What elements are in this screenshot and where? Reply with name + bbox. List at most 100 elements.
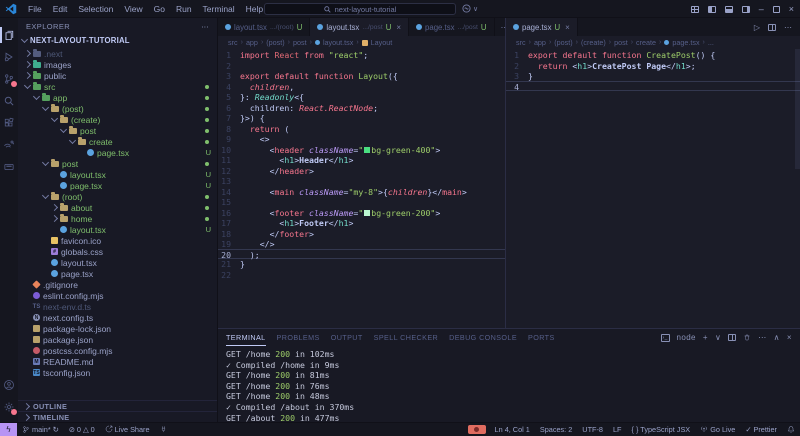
panel-tab-problems[interactable]: PROBLEMS [277, 329, 320, 346]
close-tab-icon[interactable]: × [565, 23, 570, 32]
workspace-root-folder[interactable]: NEXT-LAYOUT-TUTORIAL [18, 34, 217, 46]
settings-gear-icon[interactable] [0, 396, 18, 418]
tree-item-layout.tsx[interactable]: layout.tsx [18, 257, 217, 268]
git-branch-item[interactable]: main* ↻ [17, 425, 64, 434]
terminal-output[interactable]: GET /home 200 in 102ms✓ Compiled /home i… [218, 346, 800, 422]
tree-item-create[interactable]: create [18, 136, 217, 147]
tree-item-public[interactable]: public [18, 70, 217, 81]
tree-item-post[interactable]: post [18, 158, 217, 169]
editor-tab-layout.tsx[interactable]: layout.tsx.../(root)U [218, 18, 310, 36]
tree-item-eslint.config.mjs[interactable]: eslint.config.mjs [18, 290, 217, 301]
new-terminal-icon[interactable]: + [703, 333, 708, 342]
tree-item-page.tsx[interactable]: page.tsxU [18, 180, 217, 191]
tree-item-.gitignore[interactable]: .gitignore [18, 279, 217, 290]
tree-item-tsconfig.json[interactable]: TStsconfig.json [18, 367, 217, 378]
editor-tab-page.tsx[interactable]: page.tsx.../postU [409, 18, 495, 36]
account-icon[interactable] [0, 374, 18, 396]
tree-item-src[interactable]: src [18, 81, 217, 92]
explorer-more-icon[interactable]: ⋯ [201, 22, 209, 31]
tree-item-README.md[interactable]: MREADME.md [18, 356, 217, 367]
panel-tab-debug-console[interactable]: DEBUG CONSOLE [449, 329, 517, 346]
tree-item-(create)[interactable]: (create) [18, 114, 217, 125]
code-editor-left[interactable]: 1import React from "react";23export defa… [218, 49, 505, 328]
menu-edit[interactable]: Edit [48, 2, 73, 16]
panel-maximize-icon[interactable]: ∧ [774, 333, 780, 342]
panel-more-icon[interactable]: ⋯ [758, 333, 766, 342]
close-tab-icon[interactable]: × [396, 23, 401, 32]
panel-tab-terminal[interactable]: TERMINAL [226, 329, 266, 346]
outline-section[interactable]: OUTLINE [18, 400, 217, 411]
panel-tab-spell-checker[interactable]: SPELL CHECKER [374, 329, 438, 346]
sync-icon[interactable]: ↻ [53, 425, 59, 434]
tree-item-(root)[interactable]: (root) [18, 191, 217, 202]
notifications-bell-icon[interactable] [782, 425, 800, 434]
tree-item-layout.tsx[interactable]: layout.tsxU [18, 169, 217, 180]
editor-more-icon[interactable]: ⋯ [784, 23, 792, 32]
menu-file[interactable]: File [23, 2, 47, 16]
terminal-dropdown-icon[interactable]: ∨ [715, 333, 721, 342]
toggle-secondary-sidebar-icon[interactable] [742, 6, 750, 13]
timeline-section[interactable]: TIMELINE [18, 411, 217, 422]
plug-icon[interactable] [155, 425, 172, 433]
split-terminal-icon[interactable] [728, 334, 736, 341]
split-editor-icon[interactable] [768, 24, 776, 31]
editor-tab-page.tsx[interactable]: page.tsxU× [506, 18, 578, 36]
menu-go[interactable]: Go [149, 2, 170, 16]
run-code-icon[interactable]: ▷ [754, 23, 760, 32]
remote-indicator[interactable]: ϟ [0, 423, 17, 436]
close-window-button[interactable]: × [789, 4, 794, 14]
tree-item-page.tsx[interactable]: page.tsx [18, 268, 217, 279]
eol-sequence[interactable]: LF [608, 425, 627, 434]
tree-item-next.config.ts[interactable]: Nnext.config.ts [18, 312, 217, 323]
breadcrumb-left[interactable]: src›app›(post)›post›layout.tsx›Layout [218, 36, 505, 49]
customize-layout-icon[interactable] [691, 6, 699, 13]
panel-close-icon[interactable]: × [787, 333, 792, 342]
problems-item[interactable]: ⊘ 0 △ 0 [64, 425, 100, 434]
tree-item-post[interactable]: post [18, 125, 217, 136]
tree-item-layout.tsx[interactable]: layout.tsxU [18, 224, 217, 235]
panel-tab-output[interactable]: OUTPUT [331, 329, 363, 346]
menu-view[interactable]: View [119, 2, 147, 16]
tree-item-package-lock.json[interactable]: package-lock.json [18, 323, 217, 334]
alert-badge[interactable] [468, 425, 486, 434]
npm-scripts-icon[interactable] [0, 156, 18, 178]
tree-item-postcss.config.mjs[interactable]: postcss.config.mjs [18, 345, 217, 356]
panel-tab-ports[interactable]: PORTS [528, 329, 555, 346]
tree-item-page.tsx[interactable]: page.tsxU [18, 147, 217, 158]
tree-item-favicon.ico[interactable]: favicon.ico [18, 235, 217, 246]
code-editor-right[interactable]: 1export default function CreatePost() {2… [506, 49, 800, 328]
editor-scrollbar[interactable] [795, 49, 800, 169]
run-and-debug-icon[interactable] [0, 46, 18, 68]
command-center-search[interactable]: next-layout-tutorial [264, 3, 456, 15]
indentation[interactable]: Spaces: 2 [535, 425, 577, 434]
profile-indicator[interactable]: ∨ [462, 4, 478, 13]
menu-run[interactable]: Run [171, 2, 197, 16]
menu-selection[interactable]: Selection [73, 2, 118, 16]
search-icon[interactable] [0, 90, 18, 112]
tree-item-(post)[interactable]: (post) [18, 103, 217, 114]
prettier-item[interactable]: ✓Prettier [740, 425, 782, 434]
encoding[interactable]: UTF-8 [577, 425, 608, 434]
tree-item-about[interactable]: about [18, 202, 217, 213]
explorer-icon[interactable] [0, 24, 18, 46]
menu-terminal[interactable]: Terminal [198, 2, 240, 16]
cursor-position[interactable]: Ln 4, Col 1 [490, 425, 535, 434]
editor-tab-layout.tsx[interactable]: layout.tsx.../postU× [310, 18, 409, 36]
remote-explorer-icon[interactable] [0, 134, 18, 156]
live-share-item[interactable]: Live Share [100, 425, 155, 434]
language-mode[interactable]: { } TypeScript JSX [627, 425, 696, 434]
toggle-sidebar-icon[interactable] [708, 6, 716, 13]
tree-item-images[interactable]: images [18, 59, 217, 70]
tree-item-globals.css[interactable]: #globals.css [18, 246, 217, 257]
go-live-item[interactable]: Go Live [695, 425, 740, 434]
source-control-icon[interactable] [0, 68, 18, 90]
tree-item-next-env.d.ts[interactable]: TSnext-env.d.ts [18, 301, 217, 312]
tree-item-.next[interactable]: .next [18, 48, 217, 59]
tree-item-app[interactable]: app [18, 92, 217, 103]
minimize-button[interactable]: – [759, 4, 764, 14]
toggle-panel-icon[interactable] [725, 6, 733, 13]
maximize-button[interactable] [773, 6, 780, 13]
extensions-icon[interactable] [0, 112, 18, 134]
tree-item-home[interactable]: home [18, 213, 217, 224]
breadcrumb-right[interactable]: src›app›(post)›(create)›post›create›page… [506, 36, 800, 49]
